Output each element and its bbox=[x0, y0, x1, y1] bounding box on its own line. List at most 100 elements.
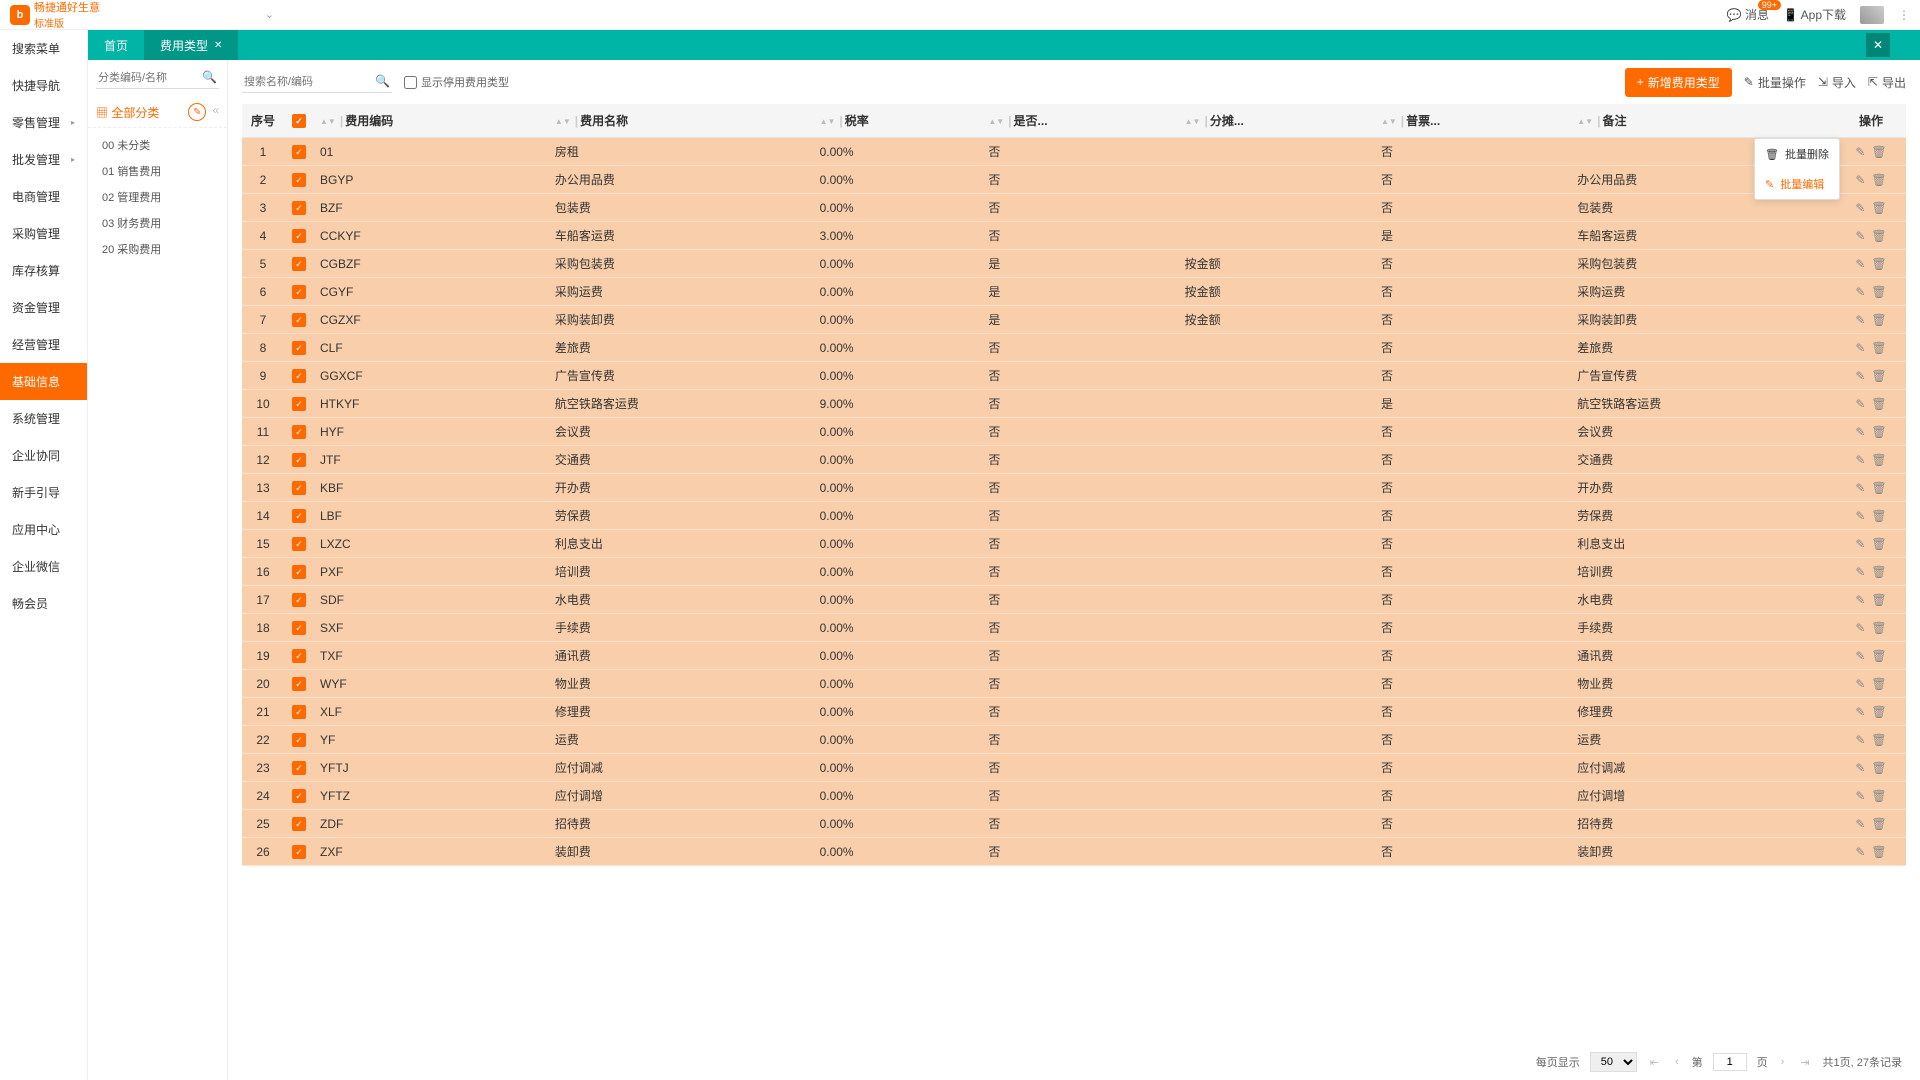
table-row[interactable]: 13✓KBF开办费0.00%否否开办费✎🗑 bbox=[242, 474, 1906, 502]
tree-item[interactable]: 03 财务费用 bbox=[88, 210, 227, 236]
cell-checkbox[interactable]: ✓ bbox=[284, 362, 314, 390]
delete-row-button[interactable]: 🗑 bbox=[1871, 145, 1886, 159]
delete-row-button[interactable]: 🗑 bbox=[1871, 649, 1886, 663]
edit-row-button[interactable]: ✎ bbox=[1855, 817, 1865, 831]
col-code[interactable]: ▲▼|费用编码 bbox=[314, 104, 549, 138]
edit-row-button[interactable]: ✎ bbox=[1855, 593, 1865, 607]
tree-item[interactable]: 02 管理费用 bbox=[88, 184, 227, 210]
edit-row-button[interactable]: ✎ bbox=[1855, 565, 1865, 579]
col-remark[interactable]: ▲▼|备注 bbox=[1571, 104, 1836, 138]
delete-row-button[interactable]: 🗑 bbox=[1871, 537, 1886, 551]
store-selector[interactable]: ⌄ bbox=[104, 0, 284, 30]
edit-row-button[interactable]: ✎ bbox=[1855, 369, 1865, 383]
edit-row-button[interactable]: ✎ bbox=[1855, 677, 1865, 691]
collapse-tree-button[interactable]: « bbox=[212, 103, 219, 121]
edit-row-button[interactable]: ✎ bbox=[1855, 425, 1865, 439]
edit-row-button[interactable]: ✎ bbox=[1855, 789, 1865, 803]
table-row[interactable]: 17✓SDF水电费0.00%否否水电费✎🗑 bbox=[242, 586, 1906, 614]
delete-row-button[interactable]: 🗑 bbox=[1871, 173, 1886, 187]
side-nav-item[interactable]: 系统管理 bbox=[0, 400, 87, 437]
cell-checkbox[interactable]: ✓ bbox=[284, 334, 314, 362]
edit-row-button[interactable]: ✎ bbox=[1855, 705, 1865, 719]
tree-item[interactable]: 01 销售费用 bbox=[88, 158, 227, 184]
user-menu-caret[interactable]: ⋮ bbox=[1898, 8, 1910, 22]
cell-checkbox[interactable]: ✓ bbox=[284, 810, 314, 838]
edit-row-button[interactable]: ✎ bbox=[1855, 229, 1865, 243]
col-select-all[interactable]: ✓ bbox=[284, 104, 314, 138]
delete-row-button[interactable]: 🗑 bbox=[1871, 201, 1886, 215]
delete-row-button[interactable]: 🗑 bbox=[1871, 425, 1886, 439]
import-button[interactable]: ⇲ 导入 bbox=[1818, 74, 1856, 91]
search-icon[interactable]: 🔍 bbox=[375, 74, 390, 88]
next-page-button[interactable]: › bbox=[1778, 1056, 1788, 1068]
batch-ops-button[interactable]: ✎ 批量操作 bbox=[1744, 74, 1806, 91]
side-nav-item[interactable]: 快捷导航 bbox=[0, 67, 87, 104]
col-tax[interactable]: ▲▼|税率 bbox=[814, 104, 983, 138]
delete-row-button[interactable]: 🗑 bbox=[1871, 369, 1886, 383]
show-disabled-checkbox[interactable]: 显示停用费用类型 bbox=[404, 74, 509, 90]
delete-row-button[interactable]: 🗑 bbox=[1871, 789, 1886, 803]
cell-checkbox[interactable]: ✓ bbox=[284, 166, 314, 194]
cell-checkbox[interactable]: ✓ bbox=[284, 614, 314, 642]
table-row[interactable]: 8✓CLF差旅费0.00%否否差旅费✎🗑 bbox=[242, 334, 1906, 362]
edit-row-button[interactable]: ✎ bbox=[1855, 397, 1865, 411]
table-row[interactable]: 21✓XLF修理费0.00%否否修理费✎🗑 bbox=[242, 698, 1906, 726]
delete-row-button[interactable]: 🗑 bbox=[1871, 229, 1886, 243]
side-nav-item[interactable]: 库存核算 bbox=[0, 252, 87, 289]
avatar[interactable] bbox=[1860, 6, 1884, 24]
table-row[interactable]: 6✓CGYF采购运费0.00%是按金额否采购运费✎🗑 bbox=[242, 278, 1906, 306]
cell-checkbox[interactable]: ✓ bbox=[284, 670, 314, 698]
cell-checkbox[interactable]: ✓ bbox=[284, 838, 314, 866]
edit-row-button[interactable]: ✎ bbox=[1855, 257, 1865, 271]
last-page-button[interactable]: ⇥ bbox=[1797, 1056, 1812, 1069]
messages-link[interactable]: 💬 消息 99+ bbox=[1727, 6, 1769, 23]
side-nav-item[interactable]: 零售管理▸ bbox=[0, 104, 87, 141]
delete-row-button[interactable]: 🗑 bbox=[1871, 341, 1886, 355]
table-row[interactable]: 11✓HYF会议费0.00%否否会议费✎🗑 bbox=[242, 418, 1906, 446]
batch-edit-item[interactable]: ✎ 批量编辑 bbox=[1755, 169, 1839, 199]
app-download-link[interactable]: 📱 App下载 bbox=[1783, 6, 1846, 23]
close-all-button[interactable]: ✕ bbox=[1866, 33, 1890, 57]
table-row[interactable]: 15✓LXZC利息支出0.00%否否利息支出✎🗑 bbox=[242, 530, 1906, 558]
edit-row-button[interactable]: ✎ bbox=[1855, 509, 1865, 523]
delete-row-button[interactable]: 🗑 bbox=[1871, 593, 1886, 607]
edit-row-button[interactable]: ✎ bbox=[1855, 761, 1865, 775]
export-button[interactable]: ⇱ 导出 bbox=[1868, 74, 1906, 91]
cell-checkbox[interactable]: ✓ bbox=[284, 474, 314, 502]
add-fee-type-button[interactable]: + 新增费用类型 bbox=[1625, 68, 1732, 97]
table-row[interactable]: 4✓CCKYF车船客运费3.00%否是车船客运费✎🗑 bbox=[242, 222, 1906, 250]
tree-root[interactable]: ▦ 全部分类 ✎ « bbox=[88, 97, 227, 128]
delete-row-button[interactable]: 🗑 bbox=[1871, 509, 1886, 523]
table-row[interactable]: 1✓01房租0.00%否否✎🗑 bbox=[242, 138, 1906, 166]
side-nav-item[interactable]: 搜索菜单 bbox=[0, 30, 87, 67]
tree-item[interactable]: 20 采购费用 bbox=[88, 236, 227, 262]
table-row[interactable]: 10✓HTKYF航空铁路客运费9.00%否是航空铁路客运费✎🗑 bbox=[242, 390, 1906, 418]
cell-checkbox[interactable]: ✓ bbox=[284, 138, 314, 166]
edit-row-button[interactable]: ✎ bbox=[1855, 649, 1865, 663]
side-nav-item[interactable]: 采购管理 bbox=[0, 215, 87, 252]
delete-row-button[interactable]: 🗑 bbox=[1871, 453, 1886, 467]
delete-row-button[interactable]: 🗑 bbox=[1871, 285, 1886, 299]
delete-row-button[interactable]: 🗑 bbox=[1871, 397, 1886, 411]
delete-row-button[interactable]: 🗑 bbox=[1871, 257, 1886, 271]
delete-row-button[interactable]: 🗑 bbox=[1871, 565, 1886, 579]
per-page-select[interactable]: 50 bbox=[1590, 1052, 1637, 1072]
edit-row-button[interactable]: ✎ bbox=[1855, 621, 1865, 635]
edit-row-button[interactable]: ✎ bbox=[1855, 733, 1865, 747]
table-row[interactable]: 16✓PXF培训费0.00%否否培训费✎🗑 bbox=[242, 558, 1906, 586]
table-row[interactable]: 20✓WYF物业费0.00%否否物业费✎🗑 bbox=[242, 670, 1906, 698]
side-nav-item[interactable]: 企业微信 bbox=[0, 548, 87, 585]
edit-row-button[interactable]: ✎ bbox=[1855, 285, 1865, 299]
table-row[interactable]: 24✓YFTZ应付调增0.00%否否应付调增✎🗑 bbox=[242, 782, 1906, 810]
side-nav-item[interactable]: 资金管理 bbox=[0, 289, 87, 326]
cell-checkbox[interactable]: ✓ bbox=[284, 306, 314, 334]
edit-row-button[interactable]: ✎ bbox=[1855, 537, 1865, 551]
edit-row-button[interactable]: ✎ bbox=[1855, 145, 1865, 159]
table-row[interactable]: 3✓BZF包装费0.00%否否包装费✎🗑 bbox=[242, 194, 1906, 222]
delete-row-button[interactable]: 🗑 bbox=[1871, 313, 1886, 327]
cell-checkbox[interactable]: ✓ bbox=[284, 390, 314, 418]
edit-row-button[interactable]: ✎ bbox=[1855, 845, 1865, 859]
table-row[interactable]: 22✓YF运费0.00%否否运费✎🗑 bbox=[242, 726, 1906, 754]
first-page-button[interactable]: ⇤ bbox=[1647, 1056, 1662, 1069]
table-row[interactable]: 18✓SXF手续费0.00%否否手续费✎🗑 bbox=[242, 614, 1906, 642]
